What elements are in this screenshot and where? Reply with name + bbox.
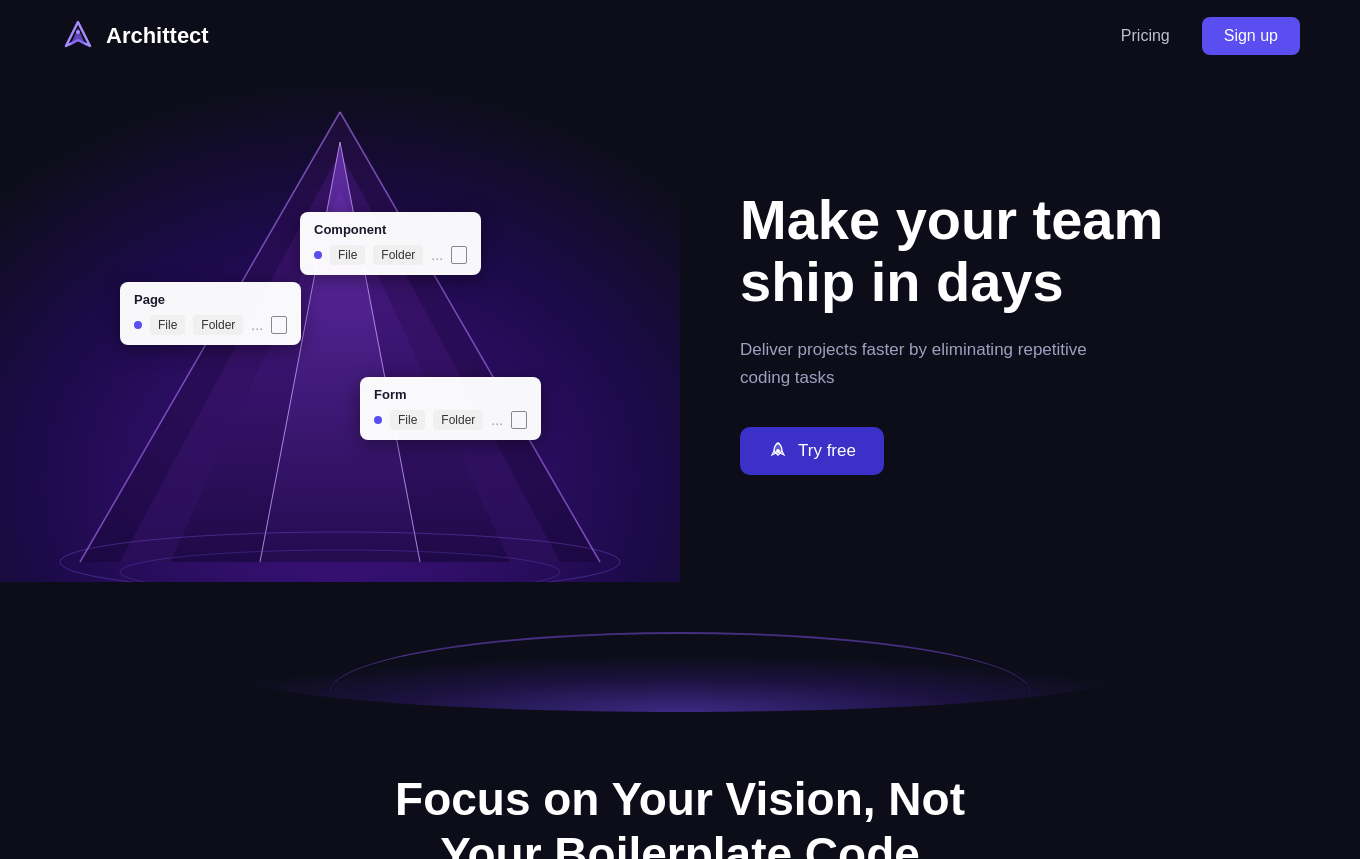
focus-headline-line1: Focus on Your Vision, Not [395,773,965,825]
logo-icon [60,18,96,54]
page-card-title: Page [134,292,287,307]
hero-content: Make your team ship in days Deliver proj… [680,189,1360,475]
focus-headline: Focus on Your Vision, Not Your Boilerpla… [60,772,1300,859]
brand-name: Archittect [106,23,209,49]
ui-card-form: Form File Folder ... [360,377,541,440]
form-file-btn: File [390,410,425,430]
svg-point-0 [76,30,80,34]
hero-headline: Make your team ship in days [740,189,1280,312]
form-file-icon [511,411,527,429]
navbar: Archittect Pricing Sign up [0,0,1360,72]
form-folder-btn: Folder [433,410,483,430]
component-card-title: Component [314,222,467,237]
hero-subtext: Deliver projects faster by eliminating r… [740,336,1120,390]
pricing-link[interactable]: Pricing [1121,27,1170,45]
hero-section: Component File Folder ... Page File Fold… [0,72,1360,592]
page-folder-btn: Folder [193,315,243,335]
component-file-btn: File [330,245,365,265]
ui-card-component: Component File Folder ... [300,212,481,275]
component-folder-btn: Folder [373,245,423,265]
brand[interactable]: Archittect [60,18,209,54]
signup-button[interactable]: Sign up [1202,17,1300,55]
form-dots: ... [491,412,503,428]
mountain-illustration [0,82,680,582]
try-free-button[interactable]: Try free [740,427,884,475]
page-dots: ... [251,317,263,333]
rocket-icon [768,441,788,461]
focus-headline-line2: Your Boilerplate Code [440,828,920,859]
nav-right: Pricing Sign up [1121,17,1300,55]
page-file-icon [271,316,287,334]
component-dots: ... [431,247,443,263]
hero-headline-line1: Make your team [740,188,1163,251]
try-free-label: Try free [798,441,856,461]
form-card-title: Form [374,387,527,402]
svg-point-7 [776,449,780,453]
page-file-btn: File [150,315,185,335]
component-file-icon [451,246,467,264]
focus-section: Focus on Your Vision, Not Your Boilerpla… [0,692,1360,859]
hero-headline-line2: ship in days [740,250,1064,313]
ui-card-page: Page File Folder ... [120,282,301,345]
hero-visual: Component File Folder ... Page File Fold… [0,82,680,582]
horizon-section [0,592,1360,692]
